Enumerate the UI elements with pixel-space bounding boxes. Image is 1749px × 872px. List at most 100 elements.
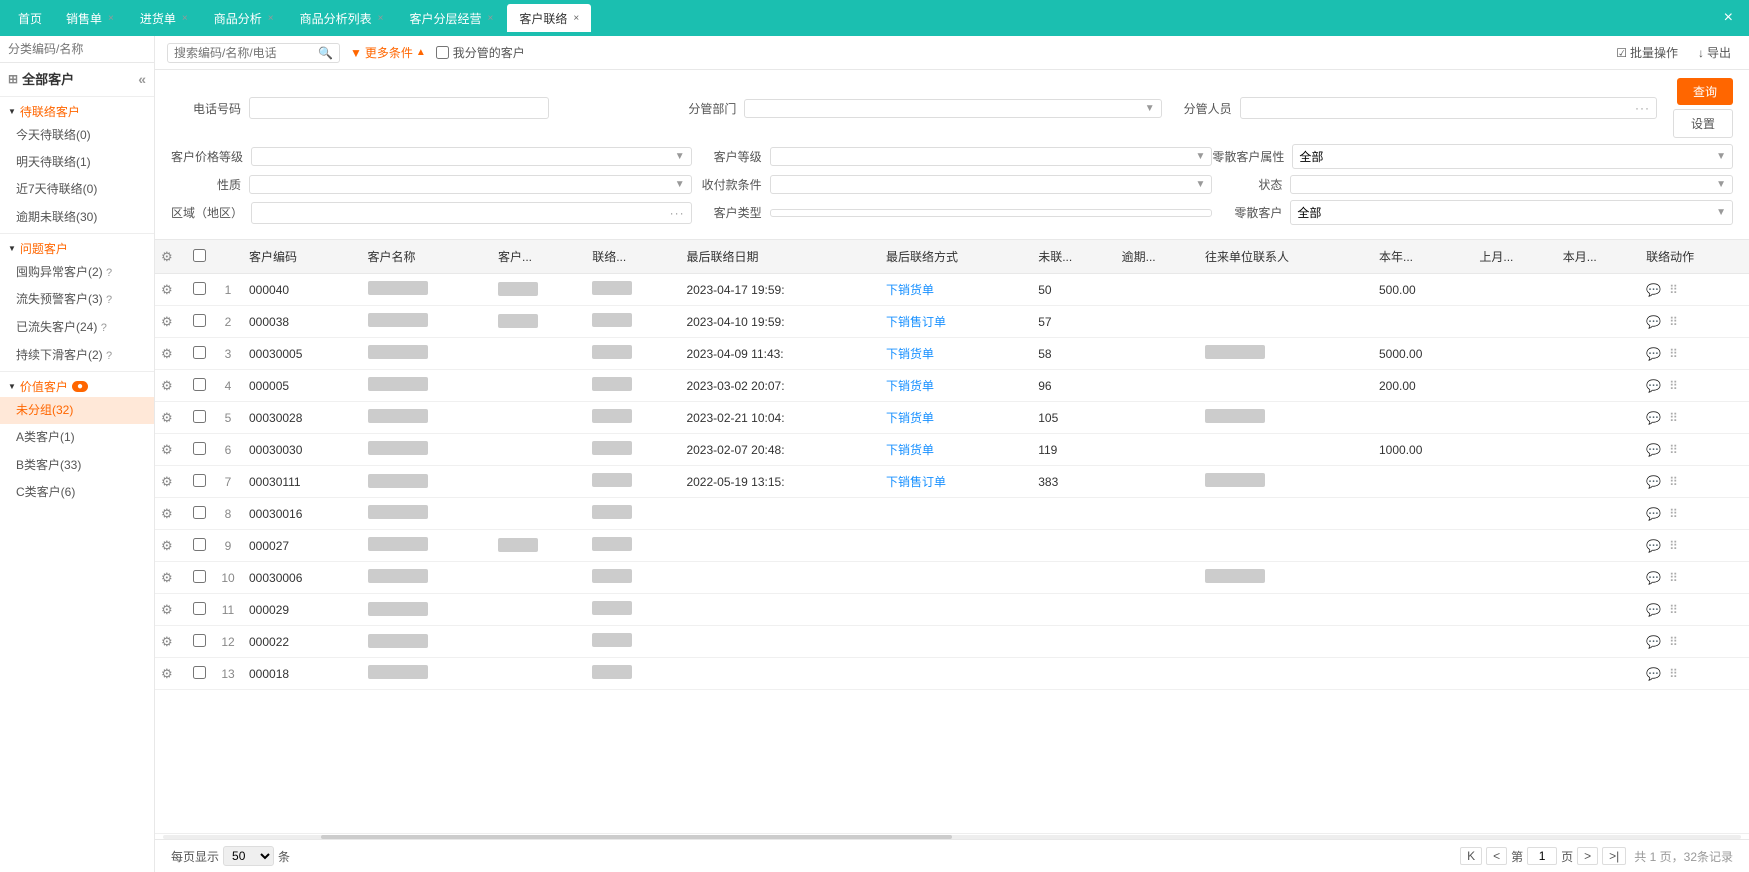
tab-product-analysis[interactable]: 商品分析 × xyxy=(202,4,286,32)
tab-customer-contact[interactable]: 客户联络 × xyxy=(507,4,591,32)
value-group-header[interactable]: ▼ 价值客户 ● xyxy=(0,374,154,397)
sidebar-item-b-class[interactable]: B类客户(33) xyxy=(0,452,154,479)
row-check[interactable] xyxy=(185,434,213,466)
apps-icon[interactable]: ⠿ xyxy=(1669,571,1678,585)
tab-product-list[interactable]: 商品分析列表 × xyxy=(288,4,396,32)
apps-icon[interactable]: ⠿ xyxy=(1669,475,1678,489)
sidebar-item-warning[interactable]: 流失预警客户(3) ? xyxy=(0,286,154,314)
close-customer-tier-tab[interactable]: × xyxy=(487,13,493,24)
sidebar-search-input[interactable] xyxy=(8,42,155,56)
col-header-code[interactable]: 客户编码 xyxy=(243,240,362,274)
pending-group-header[interactable]: ▼ 待联络客户 xyxy=(0,99,154,122)
col-header-uncontacted[interactable]: 未联... xyxy=(1032,240,1115,274)
col-header-this-year[interactable]: 本年... xyxy=(1373,240,1473,274)
last-method-link[interactable]: 下销货单 xyxy=(886,411,934,425)
message-icon[interactable]: 💬 xyxy=(1646,571,1661,585)
dept-select[interactable]: ▼ xyxy=(744,99,1161,118)
sidebar-item-today[interactable]: 今天待联络(0) xyxy=(0,122,154,149)
message-icon[interactable]: 💬 xyxy=(1646,283,1661,297)
col-header-type[interactable]: 客户... xyxy=(492,240,586,274)
row-gear[interactable]: ⚙ xyxy=(155,274,185,306)
apps-icon[interactable]: ⠿ xyxy=(1669,667,1678,681)
customer-type-select[interactable] xyxy=(770,209,1213,217)
row-check[interactable] xyxy=(185,466,213,498)
scatter-attr-select[interactable]: 全部 ▼ xyxy=(1292,144,1733,169)
message-icon[interactable]: 💬 xyxy=(1646,667,1661,681)
next-page-btn[interactable]: > xyxy=(1577,847,1598,865)
row-gear[interactable]: ⚙ xyxy=(155,338,185,370)
row-gear[interactable]: ⚙ xyxy=(155,562,185,594)
apps-icon[interactable]: ⠿ xyxy=(1669,379,1678,393)
check-header[interactable] xyxy=(185,240,213,274)
bulk-ops-btn[interactable]: ☑ 批量操作 xyxy=(1610,42,1684,63)
sidebar-item-overdue[interactable]: 逾期未联络(30) xyxy=(0,204,154,231)
row-check[interactable] xyxy=(185,402,213,434)
close-product-list-tab[interactable]: × xyxy=(378,13,384,24)
apps-icon[interactable]: ⠿ xyxy=(1669,603,1678,617)
settings-icon[interactable]: ⚙ xyxy=(161,249,173,264)
apps-icon[interactable]: ⠿ xyxy=(1669,283,1678,297)
scroll-thumb[interactable] xyxy=(321,835,952,839)
nature-select[interactable]: ▼ xyxy=(249,175,692,194)
manager-select[interactable]: ··· xyxy=(1240,97,1657,119)
col-header-name[interactable]: 客户名称 xyxy=(362,240,492,274)
row-check[interactable] xyxy=(185,498,213,530)
home-tab[interactable]: 首页 xyxy=(8,10,52,27)
row-gear[interactable]: ⚙ xyxy=(155,498,185,530)
reset-button[interactable]: 设置 xyxy=(1673,109,1733,138)
problem-group-header[interactable]: ▼ 问题客户 xyxy=(0,236,154,259)
row-gear[interactable]: ⚙ xyxy=(155,594,185,626)
sidebar-item-declining[interactable]: 持续下滑客户(2) ? xyxy=(0,342,154,370)
sidebar-item-week[interactable]: 近7天待联络(0) xyxy=(0,176,154,203)
row-check[interactable] xyxy=(185,370,213,402)
row-gear[interactable]: ⚙ xyxy=(155,306,185,338)
col-header-last-date[interactable]: 最后联络日期 xyxy=(680,240,880,274)
page-input[interactable] xyxy=(1527,847,1557,865)
last-method-link[interactable]: 下销货单 xyxy=(886,379,934,393)
row-check[interactable] xyxy=(185,562,213,594)
last-method-link[interactable]: 下销货单 xyxy=(886,347,934,361)
apps-icon[interactable]: ⠿ xyxy=(1669,411,1678,425)
query-button[interactable]: 查询 xyxy=(1677,78,1733,105)
row-gear[interactable]: ⚙ xyxy=(155,370,185,402)
row-check[interactable] xyxy=(185,274,213,306)
row-check[interactable] xyxy=(185,626,213,658)
close-customer-contact-tab[interactable]: × xyxy=(573,13,579,24)
apps-icon[interactable]: ⠿ xyxy=(1669,507,1678,521)
payment-select[interactable]: ▼ xyxy=(770,175,1213,194)
first-page-btn[interactable]: K xyxy=(1460,847,1482,865)
message-icon[interactable]: 💬 xyxy=(1646,411,1661,425)
close-window-icon[interactable]: × xyxy=(1716,9,1741,27)
apps-icon[interactable]: ⠿ xyxy=(1669,635,1678,649)
row-gear[interactable]: ⚙ xyxy=(155,466,185,498)
col-header-last-month[interactable]: 上月... xyxy=(1473,240,1556,274)
col-header-contact[interactable]: 联络... xyxy=(586,240,680,274)
message-icon[interactable]: 💬 xyxy=(1646,379,1661,393)
search-icon[interactable]: 🔍 xyxy=(318,46,333,60)
last-method-link[interactable]: 下销货单 xyxy=(886,443,934,457)
message-icon[interactable]: 💬 xyxy=(1646,539,1661,553)
col-header-overdue[interactable]: 逾期... xyxy=(1116,240,1199,274)
sidebar-item-c-class[interactable]: C类客户(6) xyxy=(0,479,154,506)
sidebar-item-ungrouped[interactable]: 未分组(32) xyxy=(0,397,154,424)
message-icon[interactable]: 💬 xyxy=(1646,443,1661,457)
customer-level-select[interactable]: ▼ xyxy=(770,147,1213,166)
sidebar-item-tomorrow[interactable]: 明天待联络(1) xyxy=(0,149,154,176)
prev-page-btn[interactable]: < xyxy=(1486,847,1507,865)
tab-customer-tier[interactable]: 客户分层经营 × xyxy=(397,4,505,32)
gear-header[interactable]: ⚙ xyxy=(155,240,185,274)
col-header-this-month[interactable]: 本月... xyxy=(1557,240,1640,274)
row-check[interactable] xyxy=(185,530,213,562)
row-gear[interactable]: ⚙ xyxy=(155,658,185,690)
message-icon[interactable]: 💬 xyxy=(1646,635,1661,649)
apps-icon[interactable]: ⠿ xyxy=(1669,539,1678,553)
more-conditions-btn[interactable]: ▼ 更多条件 ▲ xyxy=(350,44,426,61)
apps-icon[interactable]: ⠿ xyxy=(1669,443,1678,457)
message-icon[interactable]: 💬 xyxy=(1646,347,1661,361)
last-page-btn[interactable]: >| xyxy=(1602,847,1626,865)
phone-input[interactable] xyxy=(249,97,549,119)
collapse-btn[interactable]: « xyxy=(138,71,146,87)
col-header-unit-contact[interactable]: 往来单位联系人 xyxy=(1199,240,1373,274)
all-customers-header[interactable]: ⊞ 全部客户 « xyxy=(0,63,154,94)
row-check[interactable] xyxy=(185,658,213,690)
